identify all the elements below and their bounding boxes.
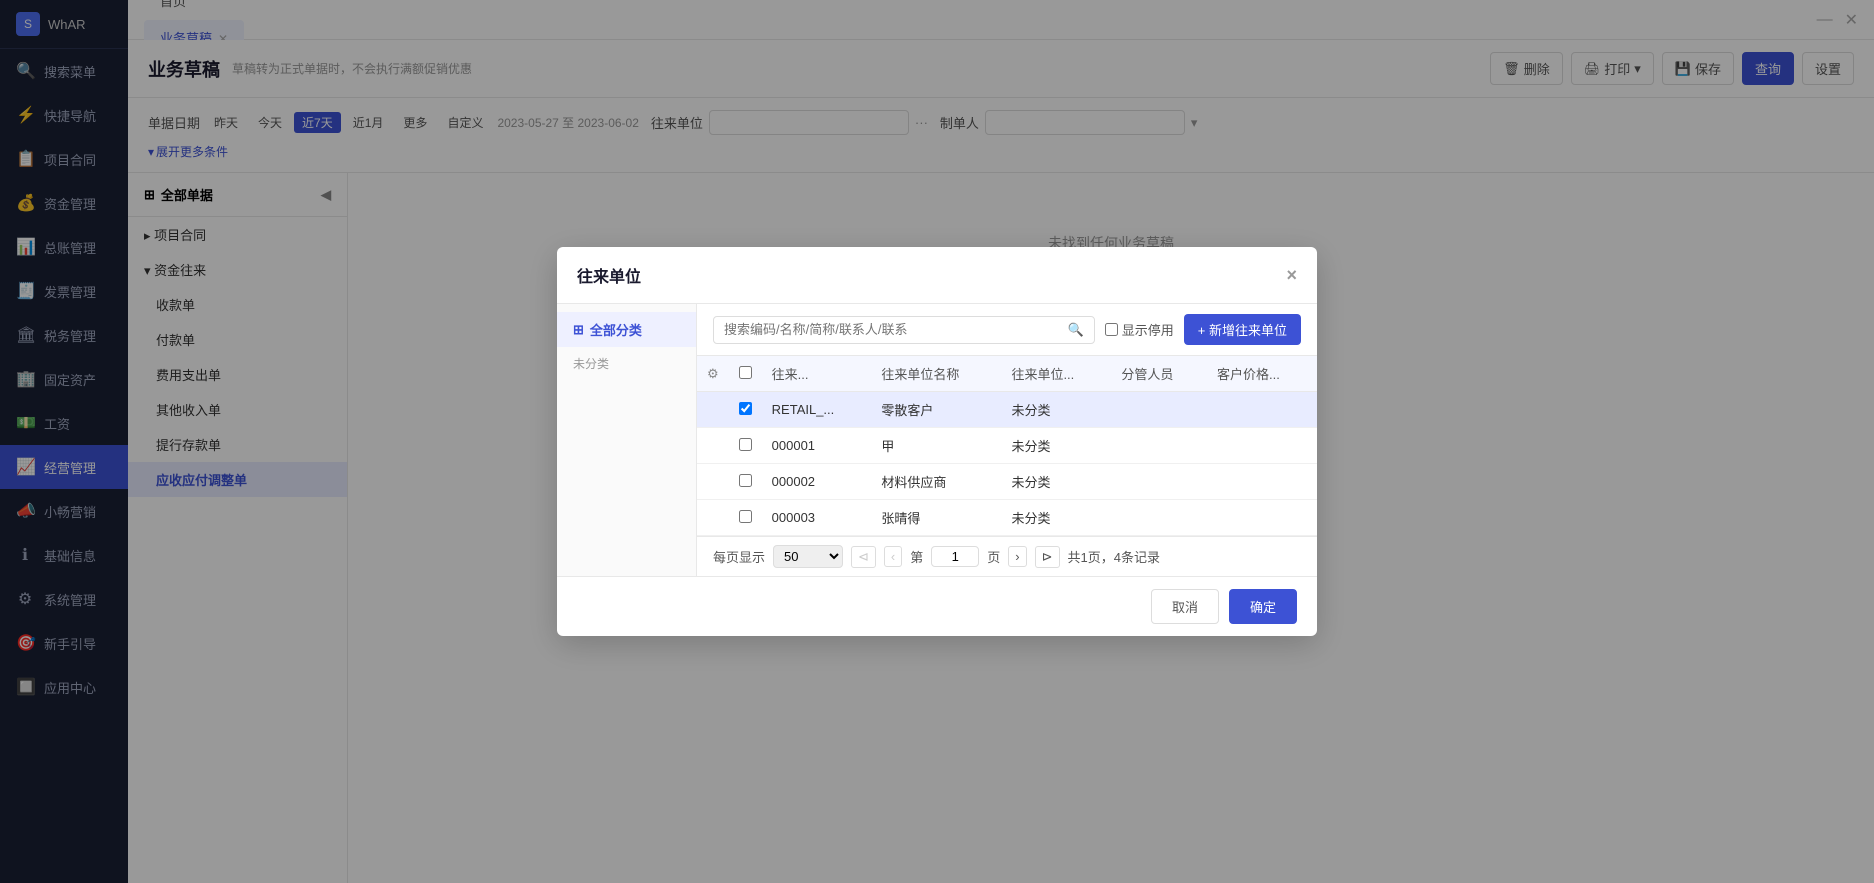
row-person-1 — [1111, 392, 1207, 428]
row-check-3[interactable] — [739, 474, 752, 487]
modal-actions: 取消 确定 — [557, 576, 1317, 636]
row-code-2: 000001 — [762, 428, 872, 464]
sidebar-divider: 未分类 — [557, 347, 696, 380]
row-name-4: 张晴得 — [871, 500, 1001, 536]
row-category-3: 未分类 — [1001, 464, 1111, 500]
page-label: 第 — [910, 547, 923, 566]
total-records: 共1页，4条记录 — [1068, 547, 1160, 566]
show-disabled-checkbox[interactable] — [1105, 323, 1118, 336]
modal-search-input[interactable] — [724, 322, 1062, 337]
row-checkbox-3 — [729, 464, 762, 500]
row-category-2: 未分类 — [1001, 428, 1111, 464]
search-icon: 🔍 — [1068, 322, 1084, 338]
table-header-row: ⚙ 往来... 往来单位名称 — [697, 356, 1317, 392]
next-page-btn[interactable]: › — [1008, 546, 1026, 567]
modal-search-box: 🔍 — [713, 316, 1095, 344]
th-person: 分管人员 — [1111, 356, 1207, 392]
unclassified-label: 未分类 — [573, 357, 609, 371]
row-person-2 — [1111, 428, 1207, 464]
th-price-level: 客户价格... — [1207, 356, 1317, 392]
grid-icon-2: ⊞ — [573, 322, 584, 338]
th-checkbox — [729, 356, 762, 392]
new-counterparty-label: + 新增往来单位 — [1198, 323, 1287, 338]
select-all-checkbox[interactable] — [739, 366, 752, 379]
row-price-2 — [1207, 428, 1317, 464]
modal-overlay: 往来单位 × ⊞ 全部分类 未分类 🔍 — [0, 0, 1874, 883]
modal-close-btn[interactable]: × — [1286, 265, 1297, 286]
row-price-4 — [1207, 500, 1317, 536]
new-counterparty-btn[interactable]: + 新增往来单位 — [1184, 314, 1301, 345]
row-code-4: 000003 — [762, 500, 872, 536]
row-category-1: 未分类 — [1001, 392, 1111, 428]
th-settings: ⚙ — [697, 356, 729, 392]
row-checkbox-4 — [729, 500, 762, 536]
per-page-select[interactable]: 50 10 20 100 — [773, 545, 843, 568]
th-name: 往来单位名称 — [871, 356, 1001, 392]
sidebar-all-label: 全部分类 — [590, 320, 642, 339]
row-name-3: 材料供应商 — [871, 464, 1001, 500]
prev-page-btn[interactable]: ‹ — [884, 546, 902, 567]
show-disabled-label: 显示停用 — [1105, 320, 1174, 339]
show-disabled-text: 显示停用 — [1122, 320, 1174, 339]
modal-table: ⚙ 往来... 往来单位名称 — [697, 356, 1317, 536]
row-price-1 — [1207, 392, 1317, 428]
first-page-btn[interactable]: ⊲ — [851, 546, 876, 568]
column-settings-icon[interactable]: ⚙ — [707, 366, 719, 381]
row-name-2: 甲 — [871, 428, 1001, 464]
modal-sidebar: ⊞ 全部分类 未分类 — [557, 304, 697, 576]
row-category-4: 未分类 — [1001, 500, 1111, 536]
modal: 往来单位 × ⊞ 全部分类 未分类 🔍 — [557, 247, 1317, 636]
modal-header: 往来单位 × — [557, 247, 1317, 304]
row-checkbox-1 — [729, 392, 762, 428]
modal-toolbar: 🔍 显示停用 + 新增往来单位 — [697, 304, 1317, 356]
row-check-2[interactable] — [739, 438, 752, 451]
table-row[interactable]: 000002 材料供应商 未分类 — [697, 464, 1317, 500]
modal-title: 往来单位 — [577, 263, 641, 287]
counterparty-table: ⚙ 往来... 往来单位名称 — [697, 356, 1317, 536]
row-check-4[interactable] — [739, 510, 752, 523]
row-code-3: 000002 — [762, 464, 872, 500]
row-checkbox-2 — [729, 428, 762, 464]
row-price-3 — [1207, 464, 1317, 500]
modal-body: ⊞ 全部分类 未分类 🔍 显示停用 — [557, 304, 1317, 576]
row-settings-2 — [697, 428, 729, 464]
last-page-btn[interactable]: ⊳ — [1035, 546, 1060, 568]
th-code: 往来... — [762, 356, 872, 392]
cancel-button[interactable]: 取消 — [1151, 589, 1219, 624]
row-person-4 — [1111, 500, 1207, 536]
row-person-3 — [1111, 464, 1207, 500]
row-check-1[interactable] — [739, 402, 752, 415]
confirm-button[interactable]: 确定 — [1229, 589, 1297, 624]
table-row[interactable]: 000003 张晴得 未分类 — [697, 500, 1317, 536]
modal-main: 🔍 显示停用 + 新增往来单位 — [697, 304, 1317, 576]
row-settings-1 — [697, 392, 729, 428]
row-settings-4 — [697, 500, 729, 536]
page-input[interactable] — [931, 546, 979, 567]
row-name-1: 零散客户 — [871, 392, 1001, 428]
modal-table-body: RETAIL_... 零散客户 未分类 000001 甲 未分类 000002 … — [697, 392, 1317, 536]
row-code-1: RETAIL_... — [762, 392, 872, 428]
row-settings-3 — [697, 464, 729, 500]
th-category: 往来单位... — [1001, 356, 1111, 392]
table-row[interactable]: 000001 甲 未分类 — [697, 428, 1317, 464]
modal-sidebar-all[interactable]: ⊞ 全部分类 — [557, 312, 696, 347]
per-page-label: 每页显示 — [713, 547, 765, 566]
modal-pagination: 每页显示 50 10 20 100 ⊲ ‹ 第 页 › ⊳ 共1页，4条记录 — [697, 536, 1317, 576]
page-suffix: 页 — [987, 547, 1000, 566]
table-row[interactable]: RETAIL_... 零散客户 未分类 — [697, 392, 1317, 428]
